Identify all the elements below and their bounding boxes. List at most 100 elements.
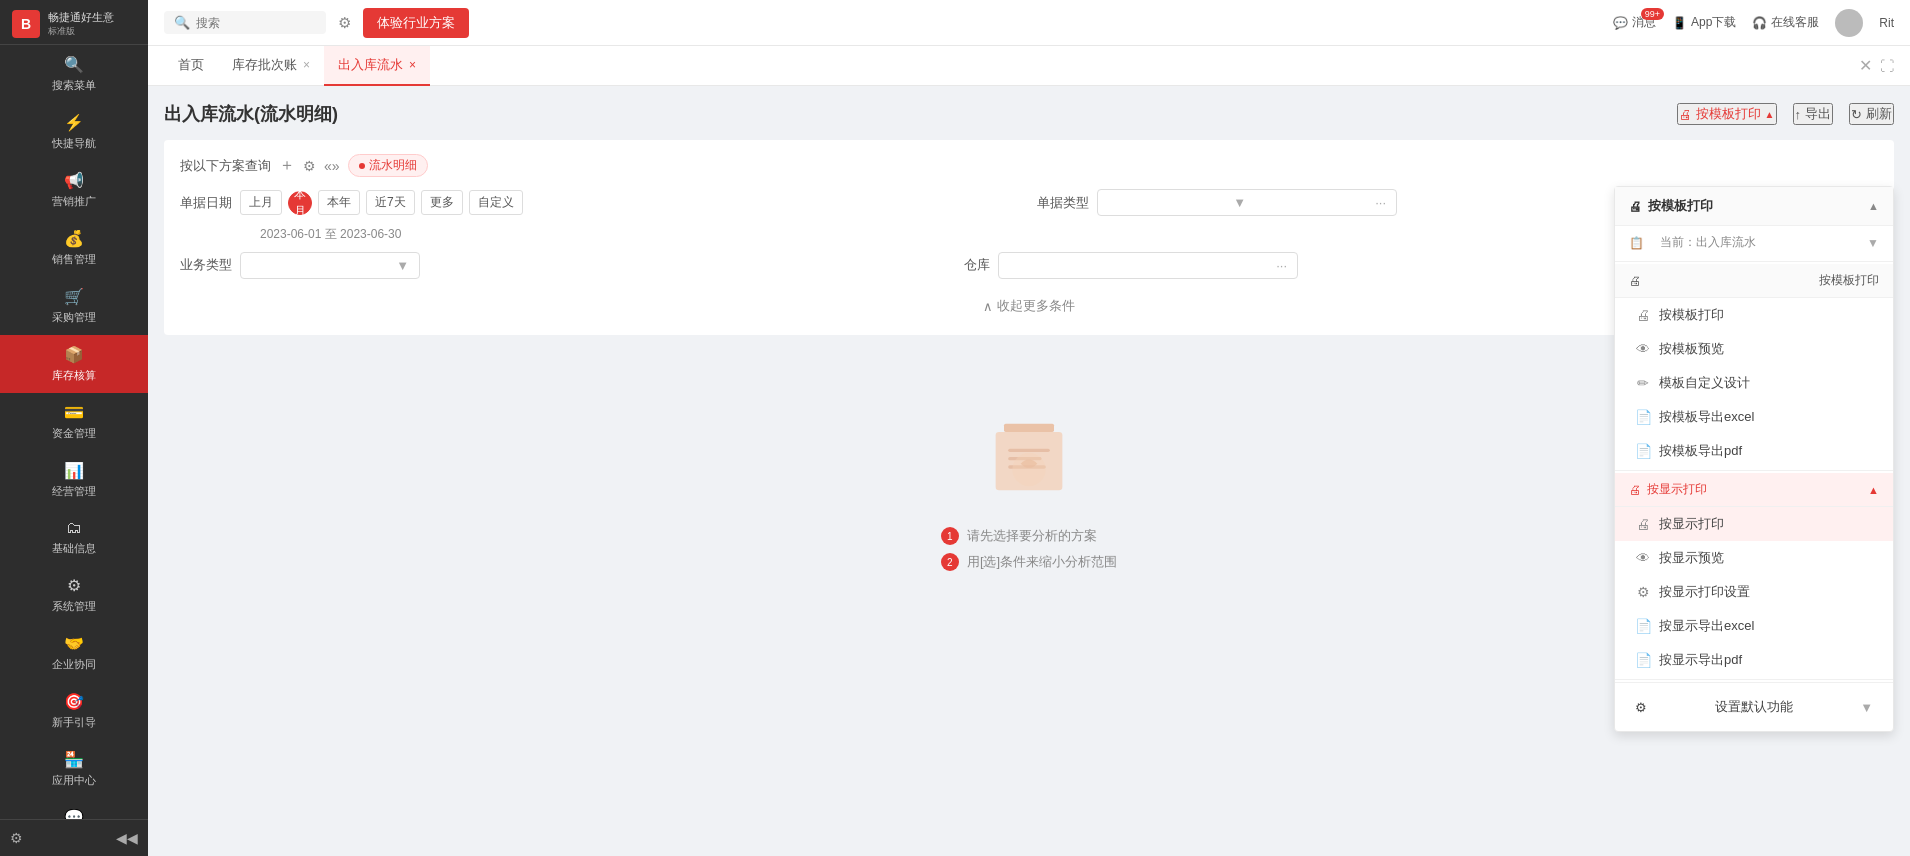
dp-display-preview-icon: 👁 <box>1635 550 1651 566</box>
tab-close-all-icon[interactable]: ✕ <box>1859 56 1872 75</box>
sidebar-item-inventory[interactable]: 📦 库存核算 <box>0 335 148 393</box>
sidebar-item-wechat[interactable]: 💬 企业微信 <box>0 798 148 819</box>
sidebar-icon-marketing: 📢 <box>64 171 84 190</box>
warehouse-select[interactable]: ··· <box>998 252 1298 279</box>
sidebar-item-finance[interactable]: 💳 资金管理 <box>0 393 148 451</box>
app-download-button[interactable]: 📱 App下载 <box>1672 14 1736 31</box>
printer-icon: 🖨 <box>1679 107 1692 122</box>
sidebar-label-apps: 应用中心 <box>52 773 96 788</box>
user-avatar[interactable] <box>1835 9 1863 37</box>
warehouse-more[interactable]: ··· <box>1276 258 1287 273</box>
dp-display-preview[interactable]: 👁 按显示预览 <box>1615 541 1893 575</box>
sidebar-icon-enterprise: 🤝 <box>64 634 84 653</box>
online-service-button[interactable]: 🎧 在线客服 <box>1752 14 1819 31</box>
filter-collapse-icon[interactable]: «» <box>324 158 340 174</box>
sidebar-item-quick-nav[interactable]: ⚡ 快捷导航 <box>0 103 148 161</box>
step-1-num: 1 <box>941 527 959 545</box>
trial-button[interactable]: 体验行业方案 <box>363 8 469 38</box>
sidebar-icon-finance: 💳 <box>64 403 84 422</box>
message-button[interactable]: 💬 消息 99+ <box>1613 14 1656 31</box>
filter-add-button[interactable]: ＋ <box>279 155 295 176</box>
sidebar-icon-quick-nav: ⚡ <box>64 113 84 132</box>
date-btn-more[interactable]: 更多 <box>421 190 463 215</box>
print-template-button[interactable]: 🖨 按模板打印 ▲ <box>1677 103 1777 125</box>
search-input[interactable] <box>196 16 316 30</box>
dp-divider-2 <box>1615 470 1893 471</box>
sidebar-label-operations: 经营管理 <box>52 484 96 499</box>
sidebar-item-beginner[interactable]: 🎯 新手引导 <box>0 682 148 740</box>
topbar-search-box[interactable]: 🔍 <box>164 11 326 34</box>
tab-flow-close[interactable]: × <box>409 58 416 72</box>
tab-batch-account[interactable]: 库存批次账 × <box>218 46 324 86</box>
refresh-button[interactable]: ↻ 刷新 <box>1849 103 1894 125</box>
dp-template-print-icon: 🖨 <box>1635 307 1651 323</box>
dp-footer-icon: ⚙ <box>1635 700 1647 715</box>
sidebar-icon-purchase: 🛒 <box>64 287 84 306</box>
sidebar-label-beginner: 新手引导 <box>52 715 96 730</box>
sidebar-label-finance: 资金管理 <box>52 426 96 441</box>
dp-template-preview[interactable]: 👁 按模板预览 <box>1615 332 1893 366</box>
tab-flow[interactable]: 出入库流水 × <box>324 46 430 86</box>
tab-flow-label: 出入库流水 <box>338 56 403 74</box>
sidebar-item-system[interactable]: ⚙ 系统管理 <box>0 566 148 624</box>
business-type-chevron: ▼ <box>396 258 409 273</box>
document-type-more[interactable]: ··· <box>1375 195 1386 210</box>
dp-display-settings[interactable]: ⚙ 按显示打印设置 <box>1615 575 1893 609</box>
dp-display-settings-label: 按显示打印设置 <box>1659 583 1873 601</box>
dp-display-excel[interactable]: 📄 按显示导出excel <box>1615 609 1893 643</box>
dropdown-header-chevron[interactable]: ▲ <box>1868 200 1879 212</box>
sidebar-item-basic[interactable]: 🗂 基础信息 <box>0 509 148 566</box>
active-tag-label: 流水明细 <box>369 157 417 174</box>
dp-template-excel[interactable]: 📄 按模板导出excel <box>1615 400 1893 434</box>
message-badge: 99+ <box>1641 8 1664 20</box>
sidebar-label-inventory: 库存核算 <box>52 368 96 383</box>
document-type-select[interactable]: ▼ ··· <box>1097 189 1397 216</box>
date-btn-this-year[interactable]: 本年 <box>318 190 360 215</box>
sidebar-icon-operations: 📊 <box>64 461 84 480</box>
sidebar-icon-apps: 🏪 <box>64 750 84 769</box>
date-btn-custom[interactable]: 自定义 <box>469 190 523 215</box>
sidebar-icon-beginner: 🎯 <box>64 692 84 711</box>
date-btn-this-month[interactable]: 本月 <box>288 191 312 215</box>
sidebar-label-marketing: 营销推广 <box>52 194 96 209</box>
user-name: Rit <box>1879 16 1894 30</box>
dp-display-pdf[interactable]: 📄 按显示导出pdf <box>1615 643 1893 677</box>
sidebar-item-search[interactable]: 🔍 搜索菜单 <box>0 45 148 103</box>
tab-batch-account-close[interactable]: × <box>303 58 310 72</box>
sidebar-item-enterprise[interactable]: 🤝 企业协同 <box>0 624 148 682</box>
dp-divider-1 <box>1615 261 1893 262</box>
sidebar-item-operations[interactable]: 📊 经营管理 <box>0 451 148 509</box>
empty-steps-list: 1 请先选择要分析的方案 2 用[选]条件来缩小分析范围 <box>941 527 1117 579</box>
online-service-label: 在线客服 <box>1771 14 1819 31</box>
page-title: 出入库流水(流水明细) <box>164 102 338 126</box>
dp-template-pdf[interactable]: 📄 按模板导出pdf <box>1615 434 1893 468</box>
dp-template-custom-icon: ✏ <box>1635 375 1651 391</box>
tab-home[interactable]: 首页 <box>164 46 218 86</box>
active-filter-tag[interactable]: 流水明细 <box>348 154 428 177</box>
business-type-select[interactable]: ▼ <box>240 252 420 279</box>
date-btn-7days[interactable]: 近7天 <box>366 190 415 215</box>
dp-template-print[interactable]: 🖨 按模板打印 <box>1615 298 1893 332</box>
tab-maximize-icon[interactable]: ⛶ <box>1880 58 1894 74</box>
sidebar-item-sales[interactable]: 💰 销售管理 <box>0 219 148 277</box>
page-header: 出入库流水(流水明细) 🖨 按模板打印 ▲ ↑ 导出 ↻ 刷新 <box>164 102 1894 126</box>
dp-display-print[interactable]: 🖨 按显示打印 <box>1615 507 1893 541</box>
svg-rect-2 <box>1008 449 1050 452</box>
sidebar-item-apps[interactable]: 🏪 应用中心 <box>0 740 148 798</box>
topbar-gear-icon[interactable]: ⚙ <box>338 14 351 32</box>
settings-icon[interactable]: ⚙ <box>10 830 23 846</box>
collapse-icon[interactable]: ◀◀ <box>116 830 138 846</box>
sidebar-item-marketing[interactable]: 📢 营销推广 <box>0 161 148 219</box>
dp-default-function[interactable]: ⚙ 设置默认功能 ▼ <box>1629 691 1879 723</box>
display-section-chevron[interactable]: ▲ <box>1868 484 1879 496</box>
template-section-icon: 🖨 <box>1629 274 1641 288</box>
sidebar-item-purchase[interactable]: 🛒 采购管理 <box>0 277 148 335</box>
export-button[interactable]: ↑ 导出 <box>1793 103 1834 125</box>
dropdown-footer: ⚙ 设置默认功能 ▼ <box>1615 682 1893 731</box>
date-btn-last-month[interactable]: 上月 <box>240 190 282 215</box>
dropdown-current-item[interactable]: 📋 当前：出入库流水 ▼ <box>1615 226 1893 259</box>
dp-template-custom[interactable]: ✏ 模板自定义设计 <box>1615 366 1893 400</box>
sidebar-label-quick-nav: 快捷导航 <box>52 136 96 151</box>
filter-settings-icon[interactable]: ⚙ <box>303 158 316 174</box>
tab-bar: 首页 库存批次账 × 出入库流水 × ✕ ⛶ <box>148 46 1910 86</box>
